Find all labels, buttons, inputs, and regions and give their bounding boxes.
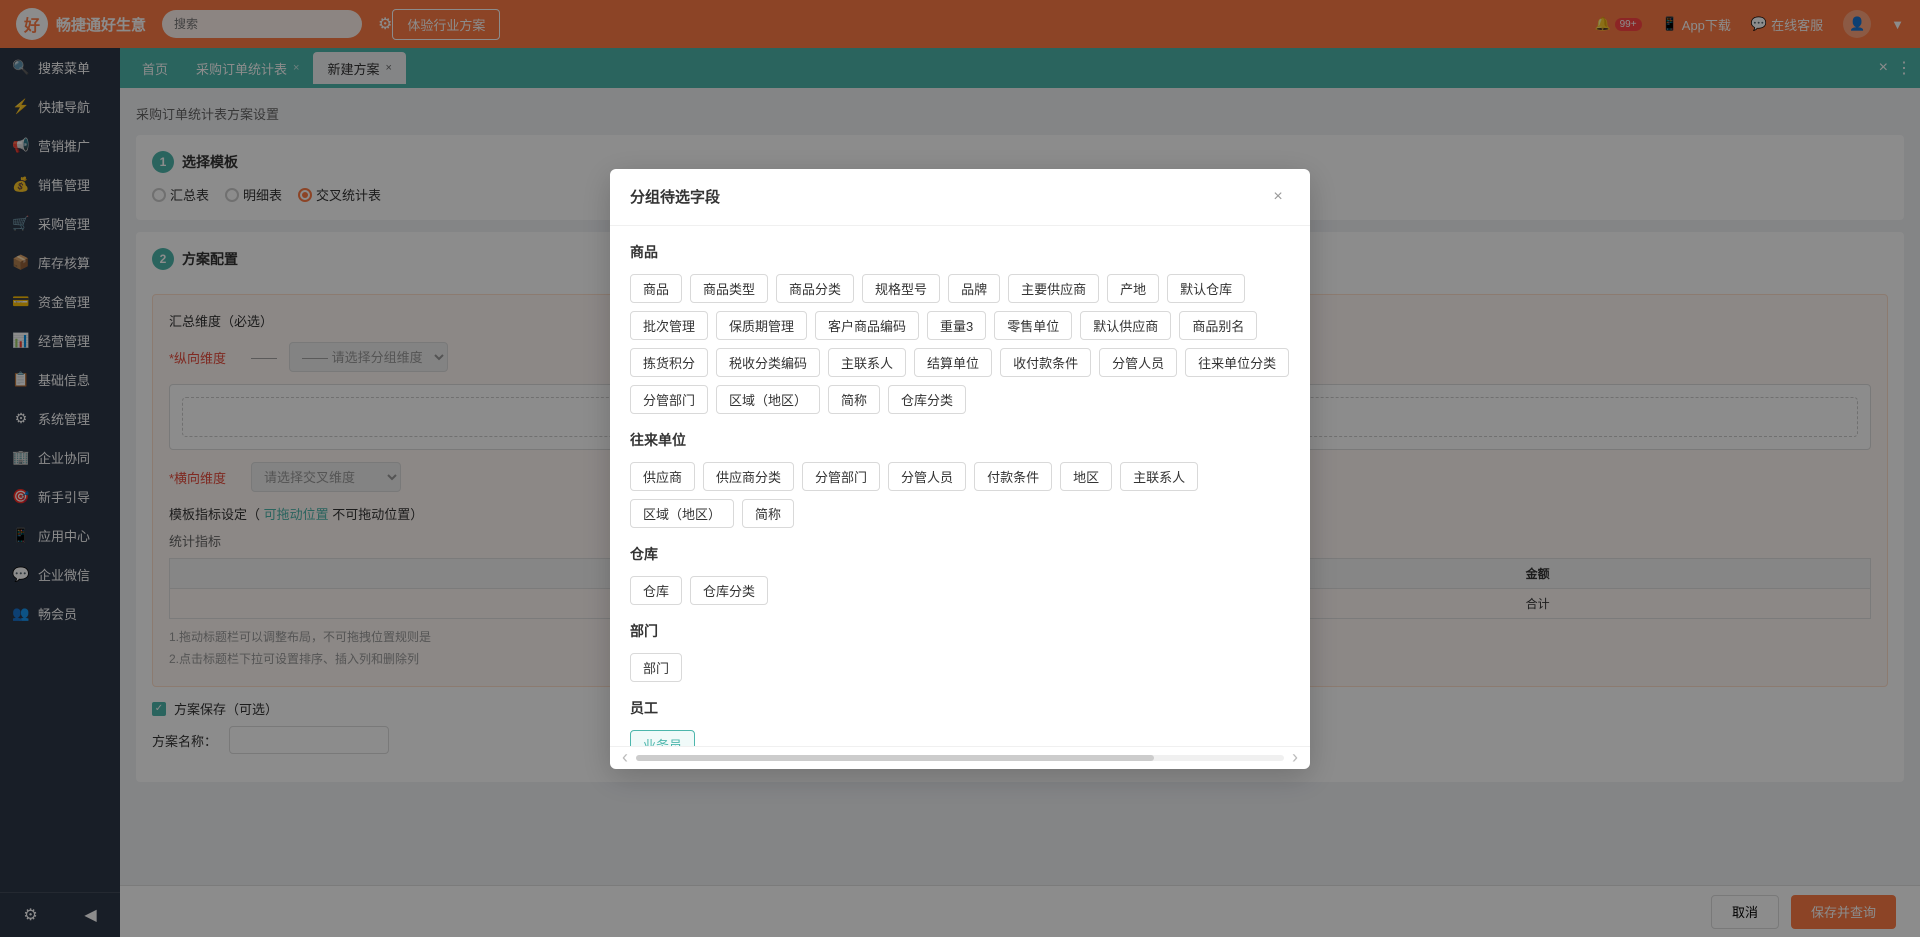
field-tag-supplier-cat[interactable]: 供应商分类	[703, 462, 794, 491]
field-tag-default-supplier[interactable]: 默认供应商	[1080, 311, 1171, 340]
modal-overlay: 分组待选字段 × 商品商品商品类型商品分类规格型号品牌主要供应商产地默认仓库批次…	[0, 0, 1920, 937]
field-tag-weight3[interactable]: 重量3	[927, 311, 986, 340]
scrollbar-thumb	[636, 755, 1154, 761]
field-tag-dep[interactable]: 部门	[630, 653, 682, 682]
section-title-partner: 往来单位	[630, 430, 1290, 450]
field-tag-salesman[interactable]: 业务员	[630, 730, 695, 746]
field-tag-main-supplier[interactable]: 主要供应商	[1008, 274, 1099, 303]
modal-close-button[interactable]: ×	[1266, 185, 1290, 209]
field-tag-dept[interactable]: 分管部门	[802, 462, 880, 491]
horizontal-scrollbar[interactable]	[636, 755, 1284, 761]
section-title-goods: 商品	[630, 242, 1290, 262]
field-tag-retail-unit[interactable]: 零售单位	[994, 311, 1072, 340]
field-tag-tax-code[interactable]: 税收分类编码	[716, 348, 820, 377]
field-tag-spec-type[interactable]: 规格型号	[862, 274, 940, 303]
modal-body[interactable]: 商品商品商品类型商品分类规格型号品牌主要供应商产地默认仓库批次管理保质期管理客户…	[610, 226, 1310, 746]
field-tag-quality-mgmt[interactable]: 保质期管理	[716, 311, 807, 340]
field-tag-customer-code[interactable]: 客户商品编码	[815, 311, 919, 340]
field-tag-origin[interactable]: 产地	[1107, 274, 1159, 303]
field-tag-supplier[interactable]: 供应商	[630, 462, 695, 491]
field-tag-supervisor[interactable]: 分管人员	[1099, 348, 1177, 377]
scroll-right-arrow[interactable]: ›	[1292, 747, 1298, 768]
field-tag-payment-cond[interactable]: 付款条件	[974, 462, 1052, 491]
field-tag-brand[interactable]: 品牌	[948, 274, 1000, 303]
field-tag-payment-terms[interactable]: 收付款条件	[1000, 348, 1091, 377]
modal-footer-scrollbar: ‹ ›	[610, 746, 1310, 769]
field-tag-main-contact[interactable]: 主联系人	[828, 348, 906, 377]
field-tag-region-goods[interactable]: 区域（地区）	[716, 385, 820, 414]
modal-dialog: 分组待选字段 × 商品商品商品类型商品分类规格型号品牌主要供应商产地默认仓库批次…	[610, 169, 1310, 769]
field-tag-warehouse-cat[interactable]: 仓库分类	[888, 385, 966, 414]
field-tags-warehouse: 仓库仓库分类	[630, 576, 1290, 605]
field-tags-goods: 商品商品类型商品分类规格型号品牌主要供应商产地默认仓库批次管理保质期管理客户商品…	[630, 274, 1290, 414]
field-tag-from-unit-cat[interactable]: 往来单位分类	[1185, 348, 1289, 377]
field-tag-manage-dept[interactable]: 分管部门	[630, 385, 708, 414]
field-tags-department: 部门	[630, 653, 1290, 682]
field-tag-alias[interactable]: 商品别名	[1179, 311, 1257, 340]
field-tags-staff: 业务员	[630, 730, 1290, 746]
scroll-left-arrow[interactable]: ‹	[622, 747, 628, 768]
field-tag-batch-mgmt[interactable]: 批次管理	[630, 311, 708, 340]
field-tags-partner: 供应商供应商分类分管部门分管人员付款条件地区主联系人区域（地区） 简称	[630, 462, 1290, 528]
section-title-department: 部门	[630, 621, 1290, 641]
field-tag-wh-cat[interactable]: 仓库分类	[690, 576, 768, 605]
section-title-staff: 员工	[630, 698, 1290, 718]
modal-title: 分组待选字段	[630, 186, 720, 207]
section-title-warehouse: 仓库	[630, 544, 1290, 564]
field-tag-short-name2[interactable]: 简称	[742, 499, 794, 528]
field-tag-dept-staff[interactable]: 分管人员	[888, 462, 966, 491]
field-tag-goods-cat[interactable]: 商品分类	[776, 274, 854, 303]
field-tag-default-warehouse[interactable]: 默认仓库	[1167, 274, 1245, 303]
field-tag-settle-unit[interactable]: 结算单位	[914, 348, 992, 377]
field-tag-area[interactable]: 地区	[1060, 462, 1112, 491]
field-tag-goods-type[interactable]: 商品类型	[690, 274, 768, 303]
field-tag-region-partner[interactable]: 区域（地区）	[630, 499, 734, 528]
field-tag-wh[interactable]: 仓库	[630, 576, 682, 605]
field-tag-short-name[interactable]: 简称	[828, 385, 880, 414]
modal-header: 分组待选字段 ×	[610, 169, 1310, 226]
field-tag-goods-name[interactable]: 商品	[630, 274, 682, 303]
field-tag-partner-contact[interactable]: 主联系人	[1120, 462, 1198, 491]
field-tag-pick-points[interactable]: 拣货积分	[630, 348, 708, 377]
